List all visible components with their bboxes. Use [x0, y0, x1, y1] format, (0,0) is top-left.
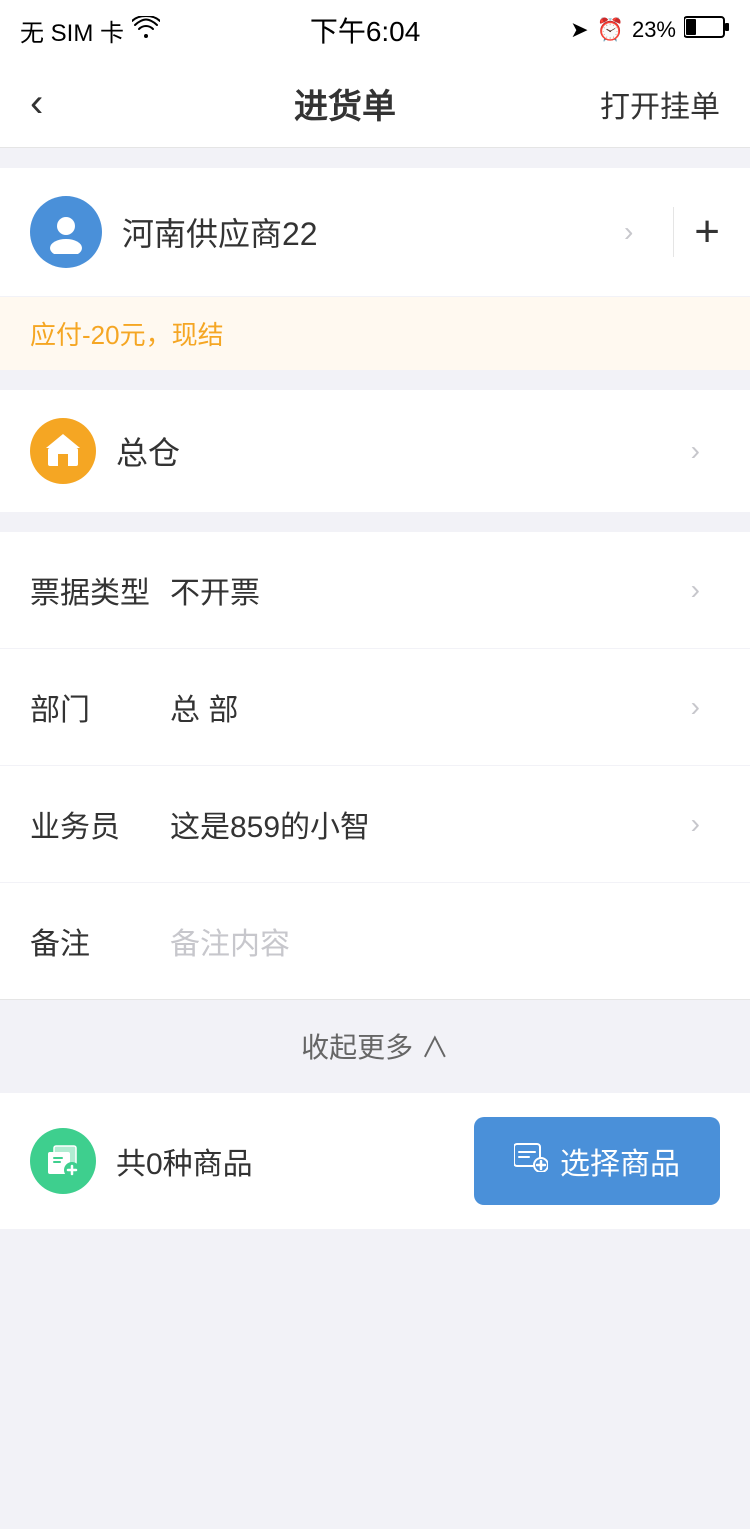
notice-bar: 应付-20元，现结: [0, 296, 750, 370]
collapse-label: 收起更多 ∧: [301, 1032, 449, 1063]
supplier-chevron-icon: ›: [624, 216, 633, 248]
salesperson-label: 业务员: [30, 802, 170, 846]
dept-row[interactable]: 部门 总 部 ›: [0, 649, 750, 766]
supplier-row[interactable]: 河南供应商22 › +: [0, 168, 750, 296]
salesperson-chevron-icon: ›: [691, 808, 700, 840]
remark-row[interactable]: 备注 备注内容: [0, 883, 750, 999]
supplier-section: 河南供应商22 › + 应付-20元，现结: [0, 168, 750, 370]
add-supplier-button[interactable]: +: [694, 210, 720, 254]
salesperson-value: 这是859的小智: [170, 802, 691, 846]
warehouse-row[interactable]: 总仓 ›: [0, 390, 750, 512]
open-pending-button[interactable]: 打开挂单: [600, 82, 720, 126]
supplier-divider: [673, 207, 674, 257]
back-button[interactable]: ‹: [30, 81, 90, 126]
product-count-text: 共0种商品: [116, 1139, 253, 1183]
salesperson-row[interactable]: 业务员 这是859的小智 ›: [0, 766, 750, 883]
warehouse-icon: [30, 418, 96, 484]
status-left: 无 SIM 卡: [20, 13, 160, 48]
remark-label: 备注: [30, 919, 170, 963]
notice-text: 应付-20元，现结: [30, 320, 224, 350]
bottom-bar: 共0种商品 选择商品: [0, 1092, 750, 1229]
page-title: 进货单: [294, 79, 396, 128]
select-product-button[interactable]: 选择商品: [474, 1117, 720, 1205]
status-bar: 无 SIM 卡 下午6:04 ➤ ⏰ 23%: [0, 0, 750, 60]
dept-label: 部门: [30, 685, 170, 729]
dept-value: 总 部: [170, 685, 691, 729]
alarm-icon: ⏰: [597, 17, 624, 43]
product-count-area: 共0种商品: [30, 1128, 253, 1194]
main-content-area: [0, 1229, 750, 1529]
warehouse-chevron-icon: ›: [691, 435, 700, 467]
supplier-avatar: [30, 196, 102, 268]
section-gap-1: [0, 148, 750, 168]
invoice-type-value: 不开票: [170, 568, 691, 612]
supplier-name: 河南供应商22: [122, 209, 624, 255]
battery-icon: [684, 15, 730, 46]
collapse-bar[interactable]: 收起更多 ∧: [0, 999, 750, 1092]
carrier-text: 无 SIM 卡: [20, 13, 124, 48]
select-product-icon: [514, 1142, 548, 1180]
nav-bar: ‹ 进货单 打开挂单: [0, 60, 750, 148]
dept-chevron-icon: ›: [691, 691, 700, 723]
location-icon: ➤: [570, 17, 588, 43]
status-time: 下午6:04: [310, 10, 421, 50]
product-icon: [30, 1128, 96, 1194]
invoice-type-row[interactable]: 票据类型 不开票 ›: [0, 532, 750, 649]
select-product-label: 选择商品: [560, 1139, 680, 1183]
remark-input[interactable]: 备注内容: [170, 919, 720, 963]
wifi-icon: [132, 16, 160, 45]
invoice-type-label: 票据类型: [30, 568, 170, 612]
status-right: ➤ ⏰ 23%: [570, 15, 730, 46]
warehouse-name: 总仓: [116, 428, 691, 474]
invoice-type-chevron-icon: ›: [691, 574, 700, 606]
battery-text: 23%: [632, 17, 676, 43]
form-section: 票据类型 不开票 › 部门 总 部 › 业务员 这是859的小智 › 备注 备注…: [0, 532, 750, 999]
